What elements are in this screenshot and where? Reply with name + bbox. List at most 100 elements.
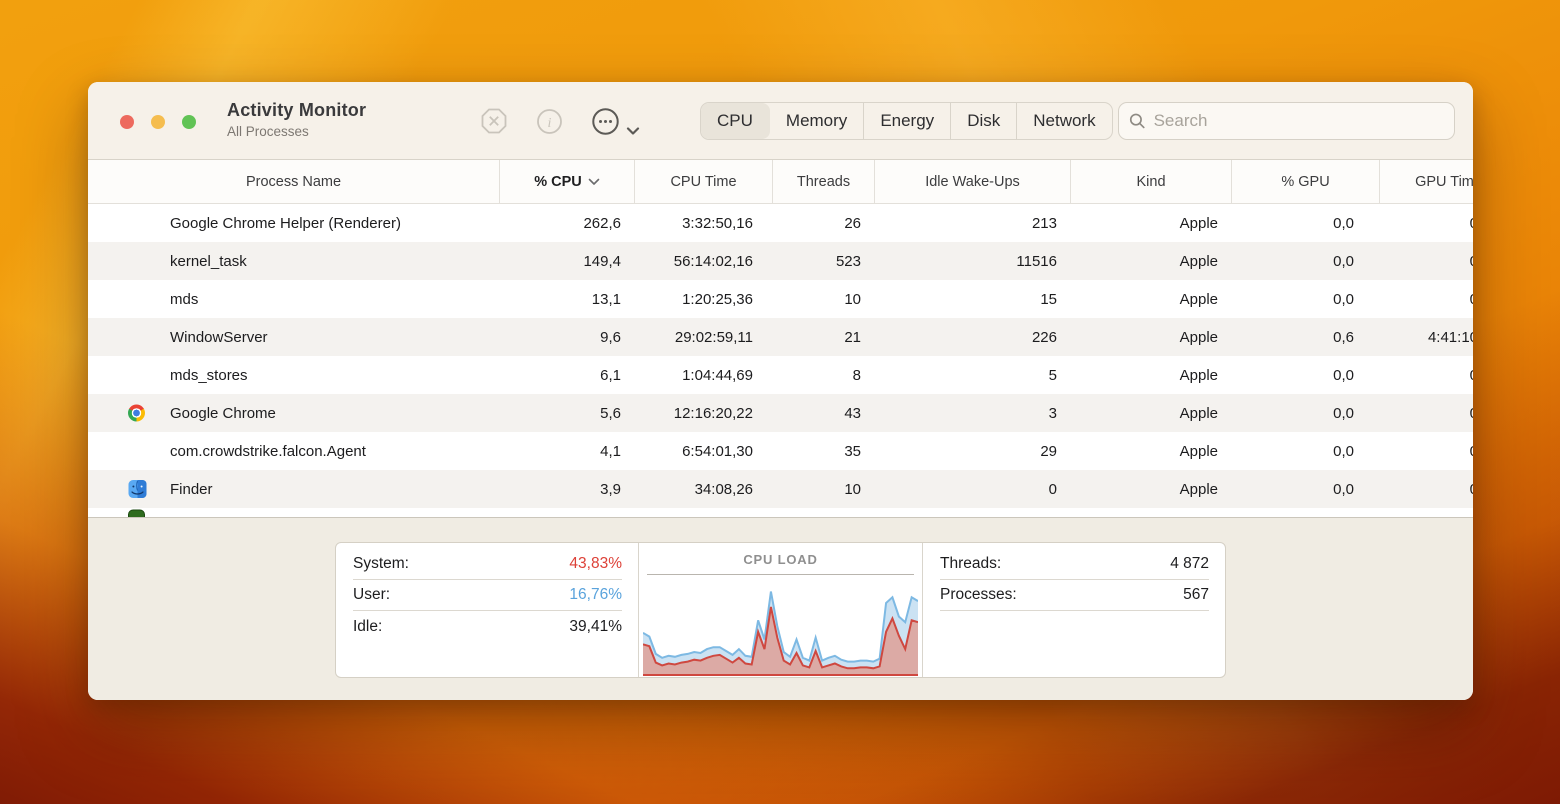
process-row[interactable]: com.crowdstrike.falcon.Agent 4,1 6:54:01,3… xyxy=(88,432,1473,470)
cell-cpu_time: 29:02:59,11 xyxy=(674,328,753,346)
cell-idle_wakeups: 226 xyxy=(1031,328,1057,346)
cell-cpu: 4,1 xyxy=(600,442,621,460)
process-name: com.crowdstrike.falcon.Agent xyxy=(170,442,366,460)
cell-gpu_time: 0 xyxy=(1380,280,1473,318)
process-name-cell: mds_stores xyxy=(88,356,500,394)
cell-gpu: 0,0 xyxy=(1333,252,1354,270)
cell-gpu_time: 0 xyxy=(1380,242,1473,280)
window-subtitle: All Processes xyxy=(227,124,309,139)
cell-gpu_time: 4:41:10 xyxy=(1427,328,1473,346)
actions-menu-button[interactable] xyxy=(591,107,640,136)
tab-network[interactable]: Network xyxy=(1017,103,1111,139)
stat-label: Threads: xyxy=(940,555,1002,572)
finder-icon xyxy=(128,480,147,499)
column-header-gpu[interactable]: % GPU xyxy=(1232,160,1380,203)
cell-cpu: 149,4 xyxy=(583,252,621,270)
stat-label: System: xyxy=(353,555,409,572)
tab-cpu[interactable]: CPU xyxy=(701,103,770,139)
close-window-button[interactable] xyxy=(120,115,134,129)
tab-energy[interactable]: Energy xyxy=(864,103,952,139)
activity-monitor-window: Activity Monitor All Processes i CPU Mem… xyxy=(88,82,1473,700)
cell-cpu_time: 3:32:50,16 xyxy=(682,214,753,232)
chrome-icon xyxy=(128,404,145,422)
process-row[interactable]: Finder 3,9 34:08,26 10 0 Apple 0,0 0 xyxy=(88,470,1473,508)
ellipsis-circle-icon xyxy=(592,107,619,135)
tab-memory[interactable]: Memory xyxy=(770,103,865,139)
cpu-load-section: CPU LOAD xyxy=(638,543,922,677)
cell-gpu_time: 0 xyxy=(1380,470,1473,508)
cell-kind: Apple xyxy=(1179,404,1218,422)
search-input[interactable] xyxy=(1153,111,1444,131)
column-header-idle_wakeups[interactable]: Idle Wake-Ups xyxy=(875,160,1071,203)
column-header-threads[interactable]: Threads xyxy=(773,160,875,203)
cell-gpu_time xyxy=(1380,508,1473,517)
stat-value: 39,41% xyxy=(569,617,622,635)
cell-idle_wakeups: 5 xyxy=(1048,366,1057,384)
cell-gpu: 0,0 xyxy=(1333,480,1354,498)
process-name: WindowServer xyxy=(170,328,268,346)
stat-value: 43,83% xyxy=(569,555,622,572)
search-field[interactable] xyxy=(1118,102,1455,140)
stat-row: Idle: 39,41% xyxy=(353,611,622,642)
chart-divider xyxy=(647,574,914,575)
stat-row: Threads: 4 872 xyxy=(940,549,1209,580)
stat-row: User: 16,76% xyxy=(353,580,622,611)
chevron-down-icon xyxy=(626,126,640,135)
process-name: mds_stores xyxy=(170,366,248,384)
cell-idle_wakeups: 3 xyxy=(1048,404,1057,422)
cell-gpu xyxy=(1232,508,1380,517)
process-row[interactable]: mds_stores 6,1 1:04:44,69 8 5 Apple 0,0 0 xyxy=(88,356,1473,394)
process-row[interactable] xyxy=(88,508,1473,517)
process-name-cell xyxy=(88,508,500,517)
process-row[interactable]: mds 13,1 1:20:25,36 10 15 Apple 0,0 0 xyxy=(88,280,1473,318)
svg-text:i: i xyxy=(548,116,552,131)
cell-kind xyxy=(1071,508,1232,517)
cell-threads: 35 xyxy=(844,442,861,460)
cell-threads: 10 xyxy=(844,290,861,308)
cell-gpu: 0,0 xyxy=(1333,214,1354,232)
stat-value: 16,76% xyxy=(569,586,622,603)
column-header-cpu_time[interactable]: CPU Time xyxy=(635,160,773,203)
process-name: Google Chrome Helper (Renderer) xyxy=(170,214,401,232)
process-count-stats: Threads: 4 872 Processes: 567 xyxy=(923,543,1225,611)
cell-gpu_time: 0 xyxy=(1380,204,1473,242)
minimize-window-button[interactable] xyxy=(151,115,165,129)
cell-kind: Apple xyxy=(1179,366,1218,384)
cell-kind: Apple xyxy=(1179,480,1218,498)
cell-cpu_time: 1:04:44,69 xyxy=(682,366,753,384)
zoom-window-button[interactable] xyxy=(182,115,196,129)
cell-cpu xyxy=(500,508,635,517)
cpu-load-title: CPU LOAD xyxy=(743,552,818,567)
column-header-kind[interactable]: Kind xyxy=(1071,160,1232,203)
stop-process-button[interactable] xyxy=(480,107,508,135)
cell-cpu_time: 34:08,26 xyxy=(694,480,753,498)
column-header-gpu_time[interactable]: GPU Time xyxy=(1380,160,1473,203)
cell-threads: 523 xyxy=(835,252,861,270)
cell-idle_wakeups: 15 xyxy=(1040,290,1057,308)
process-row[interactable]: Google Chrome Helper (Renderer) 262,6 3:32… xyxy=(88,204,1473,242)
cell-cpu: 3,9 xyxy=(600,480,621,498)
process-row[interactable]: Google Chrome 5,6 12:16:20,22 43 3 Apple 0,0 0 xyxy=(88,394,1473,432)
process-row[interactable]: WindowServer 9,6 29:02:59,11 21 226 Apple 0,6 4… xyxy=(88,318,1473,356)
column-label: % GPU xyxy=(1281,173,1330,190)
cell-idle_wakeups xyxy=(875,508,1071,517)
cpu-load-chart xyxy=(643,580,918,676)
desktop-wallpaper: Activity Monitor All Processes i CPU Mem… xyxy=(0,0,1560,804)
column-label: Process Name xyxy=(245,173,342,190)
cell-gpu_time: 0 xyxy=(1380,356,1473,394)
stat-label: Idle: xyxy=(353,617,383,635)
cell-gpu: 0,0 xyxy=(1333,404,1354,422)
column-label: Kind xyxy=(1136,173,1166,190)
column-header-name[interactable]: Process Name xyxy=(88,160,500,203)
cpu-usage-stats: System: 43,83% User: 16,76% Idle: 39,41% xyxy=(336,543,638,642)
process-row[interactable]: kernel_task 149,4 56:14:02,16 523 11516 Apple… xyxy=(88,242,1473,280)
tab-disk[interactable]: Disk xyxy=(951,103,1018,139)
column-header-cpu[interactable]: % CPU xyxy=(500,160,635,203)
column-label: Idle Wake-Ups xyxy=(925,173,1020,190)
cell-cpu: 262,6 xyxy=(583,214,621,232)
cell-threads xyxy=(773,508,875,517)
inspect-process-button[interactable]: i xyxy=(536,108,563,135)
process-name-cell: kernel_task xyxy=(88,242,500,280)
cell-cpu_time xyxy=(635,508,773,517)
x-octagon-icon xyxy=(481,108,507,134)
